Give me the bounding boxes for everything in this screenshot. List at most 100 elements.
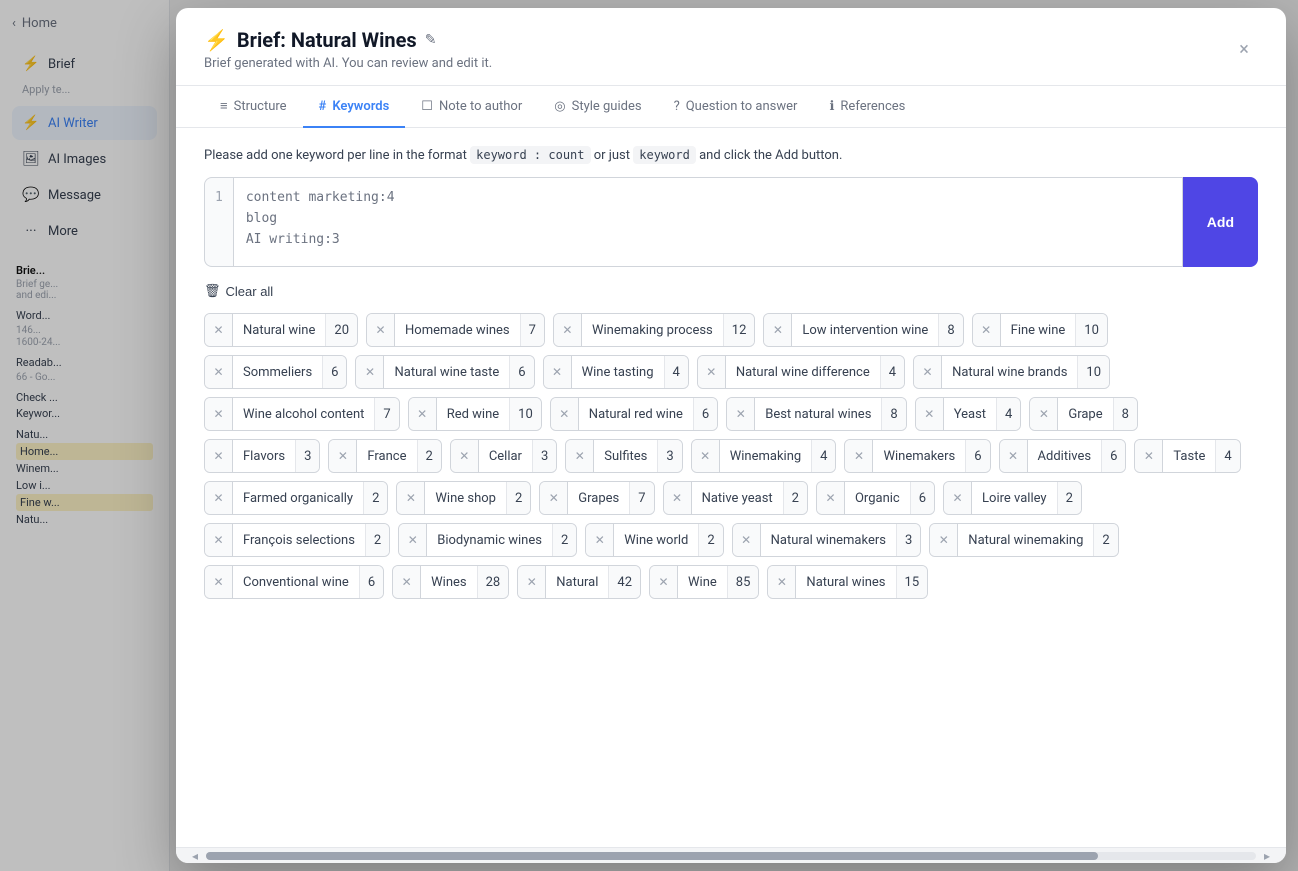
keyword-remove-30[interactable]: ✕ (205, 523, 233, 557)
keyword-textarea[interactable]: content marketing:4 blog AI writing:3 (233, 177, 1183, 267)
keyword-remove-17[interactable]: ✕ (329, 439, 357, 473)
keyword-text-7: Wine tasting (572, 365, 664, 380)
keyword-remove-19[interactable]: ✕ (566, 439, 594, 473)
keyword-remove-39[interactable]: ✕ (768, 565, 796, 599)
tab-keywords[interactable]: # Keywords (303, 87, 406, 128)
keyword-text-12: Natural red wine (579, 407, 693, 422)
clear-all-button[interactable]: 🗑 Clear all (204, 283, 273, 299)
tab-structure-label: Structure (234, 99, 287, 114)
tab-structure[interactable]: ≡ Structure (204, 86, 303, 128)
keyword-tag: ✕ Wine shop 2 (396, 481, 531, 515)
keyword-remove-14[interactable]: ✕ (916, 397, 944, 431)
keyword-remove-3[interactable]: ✕ (764, 313, 792, 347)
keyword-remove-31[interactable]: ✕ (399, 523, 427, 557)
keyword-tag: ✕ Wine tasting 4 (543, 355, 689, 389)
keyword-remove-5[interactable]: ✕ (205, 355, 233, 389)
keyword-remove-1[interactable]: ✕ (367, 313, 395, 347)
keyword-count-25: 2 (506, 481, 530, 515)
trash-icon: 🗑 (204, 283, 221, 299)
keyword-remove-16[interactable]: ✕ (205, 439, 233, 473)
keyword-count-8: 4 (880, 355, 904, 389)
keyword-tag: ✕ Low intervention wine 8 (763, 313, 963, 347)
keyword-remove-8[interactable]: ✕ (698, 355, 726, 389)
keyword-text-39: Natural wines (796, 575, 895, 590)
close-button[interactable]: × (1230, 36, 1258, 64)
keyword-remove-35[interactable]: ✕ (205, 565, 233, 599)
keyword-tag: ✕ Wine alcohol content 7 (204, 397, 400, 431)
keyword-count-14: 4 (996, 397, 1020, 431)
keyword-remove-24[interactable]: ✕ (205, 481, 233, 515)
keyword-remove-4[interactable]: ✕ (973, 313, 1001, 347)
keyword-remove-29[interactable]: ✕ (944, 481, 972, 515)
keyword-text-31: Biodynamic wines (427, 533, 552, 548)
keyword-count-9: 10 (1077, 355, 1109, 389)
clear-all-row: 🗑 Clear all (204, 283, 1258, 299)
keyword-remove-33[interactable]: ✕ (733, 523, 761, 557)
keyword-count-27: 2 (783, 481, 807, 515)
keyword-count-16: 3 (295, 439, 319, 473)
tab-note-label: Note to author (439, 99, 522, 114)
keyword-remove-11[interactable]: ✕ (409, 397, 437, 431)
keyword-remove-23[interactable]: ✕ (1135, 439, 1163, 473)
keyword-count-34: 2 (1093, 523, 1117, 557)
keyword-text-14: Yeast (944, 407, 996, 422)
keyword-count-0: 20 (325, 313, 357, 347)
keyword-remove-27[interactable]: ✕ (664, 481, 692, 515)
keyword-remove-37[interactable]: ✕ (518, 565, 546, 599)
keyword-remove-28[interactable]: ✕ (817, 481, 845, 515)
keyword-tag: ✕ Natural winemakers 3 (732, 523, 922, 557)
keyword-remove-32[interactable]: ✕ (586, 523, 614, 557)
keyword-remove-22[interactable]: ✕ (1000, 439, 1028, 473)
keyword-text-34: Natural winemaking (958, 533, 1093, 548)
add-button[interactable]: Add (1183, 177, 1258, 267)
keyword-remove-20[interactable]: ✕ (692, 439, 720, 473)
style-icon: ◎ (554, 99, 565, 114)
keyword-remove-25[interactable]: ✕ (397, 481, 425, 515)
keyword-tag: ✕ Conventional wine 6 (204, 565, 384, 599)
tab-question-label: Question to answer (686, 99, 798, 114)
keyword-count-28: 6 (910, 481, 934, 515)
keyword-tag: ✕ Natural wine 20 (204, 313, 358, 347)
keyword-count-32: 2 (698, 523, 722, 557)
keyword-text-29: Loire valley (972, 491, 1057, 506)
tab-question[interactable]: ? Question to answer (658, 87, 814, 128)
keyword-remove-13[interactable]: ✕ (727, 397, 755, 431)
keyword-tag: ✕ Winemakers 6 (844, 439, 990, 473)
keyword-remove-15[interactable]: ✕ (1030, 397, 1058, 431)
keyword-remove-2[interactable]: ✕ (554, 313, 582, 347)
keyword-tag: ✕ Yeast 4 (915, 397, 1022, 431)
scroll-left-arrow[interactable]: ◂ (192, 849, 198, 863)
keyword-text-11: Red wine (437, 407, 509, 422)
keyword-remove-18[interactable]: ✕ (451, 439, 479, 473)
keyword-tag: ✕ Grape 8 (1029, 397, 1138, 431)
keyword-remove-7[interactable]: ✕ (544, 355, 572, 389)
keyword-remove-34[interactable]: ✕ (930, 523, 958, 557)
keyword-count-23: 4 (1215, 439, 1239, 473)
tab-references[interactable]: ℹ References (813, 87, 921, 128)
keyword-text-37: Natural (546, 575, 608, 590)
keyword-remove-36[interactable]: ✕ (393, 565, 421, 599)
keyword-remove-26[interactable]: ✕ (540, 481, 568, 515)
keyword-text-21: Winemakers (873, 449, 965, 464)
clear-all-label: Clear all (226, 284, 274, 299)
keyword-tag: ✕ Flavors 3 (204, 439, 320, 473)
keyword-text-35: Conventional wine (233, 575, 359, 590)
keyword-remove-6[interactable]: ✕ (356, 355, 384, 389)
keyword-text-2: Winemaking process (582, 323, 723, 338)
tab-note[interactable]: ☐ Note to author (405, 87, 538, 128)
keyword-remove-12[interactable]: ✕ (551, 397, 579, 431)
scroll-track[interactable] (206, 852, 1256, 860)
structure-icon: ≡ (220, 98, 228, 114)
keyword-remove-0[interactable]: ✕ (205, 313, 233, 347)
keyword-remove-10[interactable]: ✕ (205, 397, 233, 431)
keyword-count-36: 28 (477, 565, 509, 599)
keyword-remove-38[interactable]: ✕ (650, 565, 678, 599)
keyword-remove-9[interactable]: ✕ (914, 355, 942, 389)
tab-style[interactable]: ◎ Style guides (538, 87, 657, 128)
keyword-text-32: Wine world (614, 533, 698, 548)
keyword-remove-21[interactable]: ✕ (845, 439, 873, 473)
note-icon: ☐ (421, 99, 433, 114)
scroll-right-arrow[interactable]: ▸ (1264, 849, 1270, 863)
horizontal-scrollbar[interactable]: ◂ ▸ (176, 847, 1286, 863)
edit-icon[interactable]: ✎ (425, 32, 437, 48)
